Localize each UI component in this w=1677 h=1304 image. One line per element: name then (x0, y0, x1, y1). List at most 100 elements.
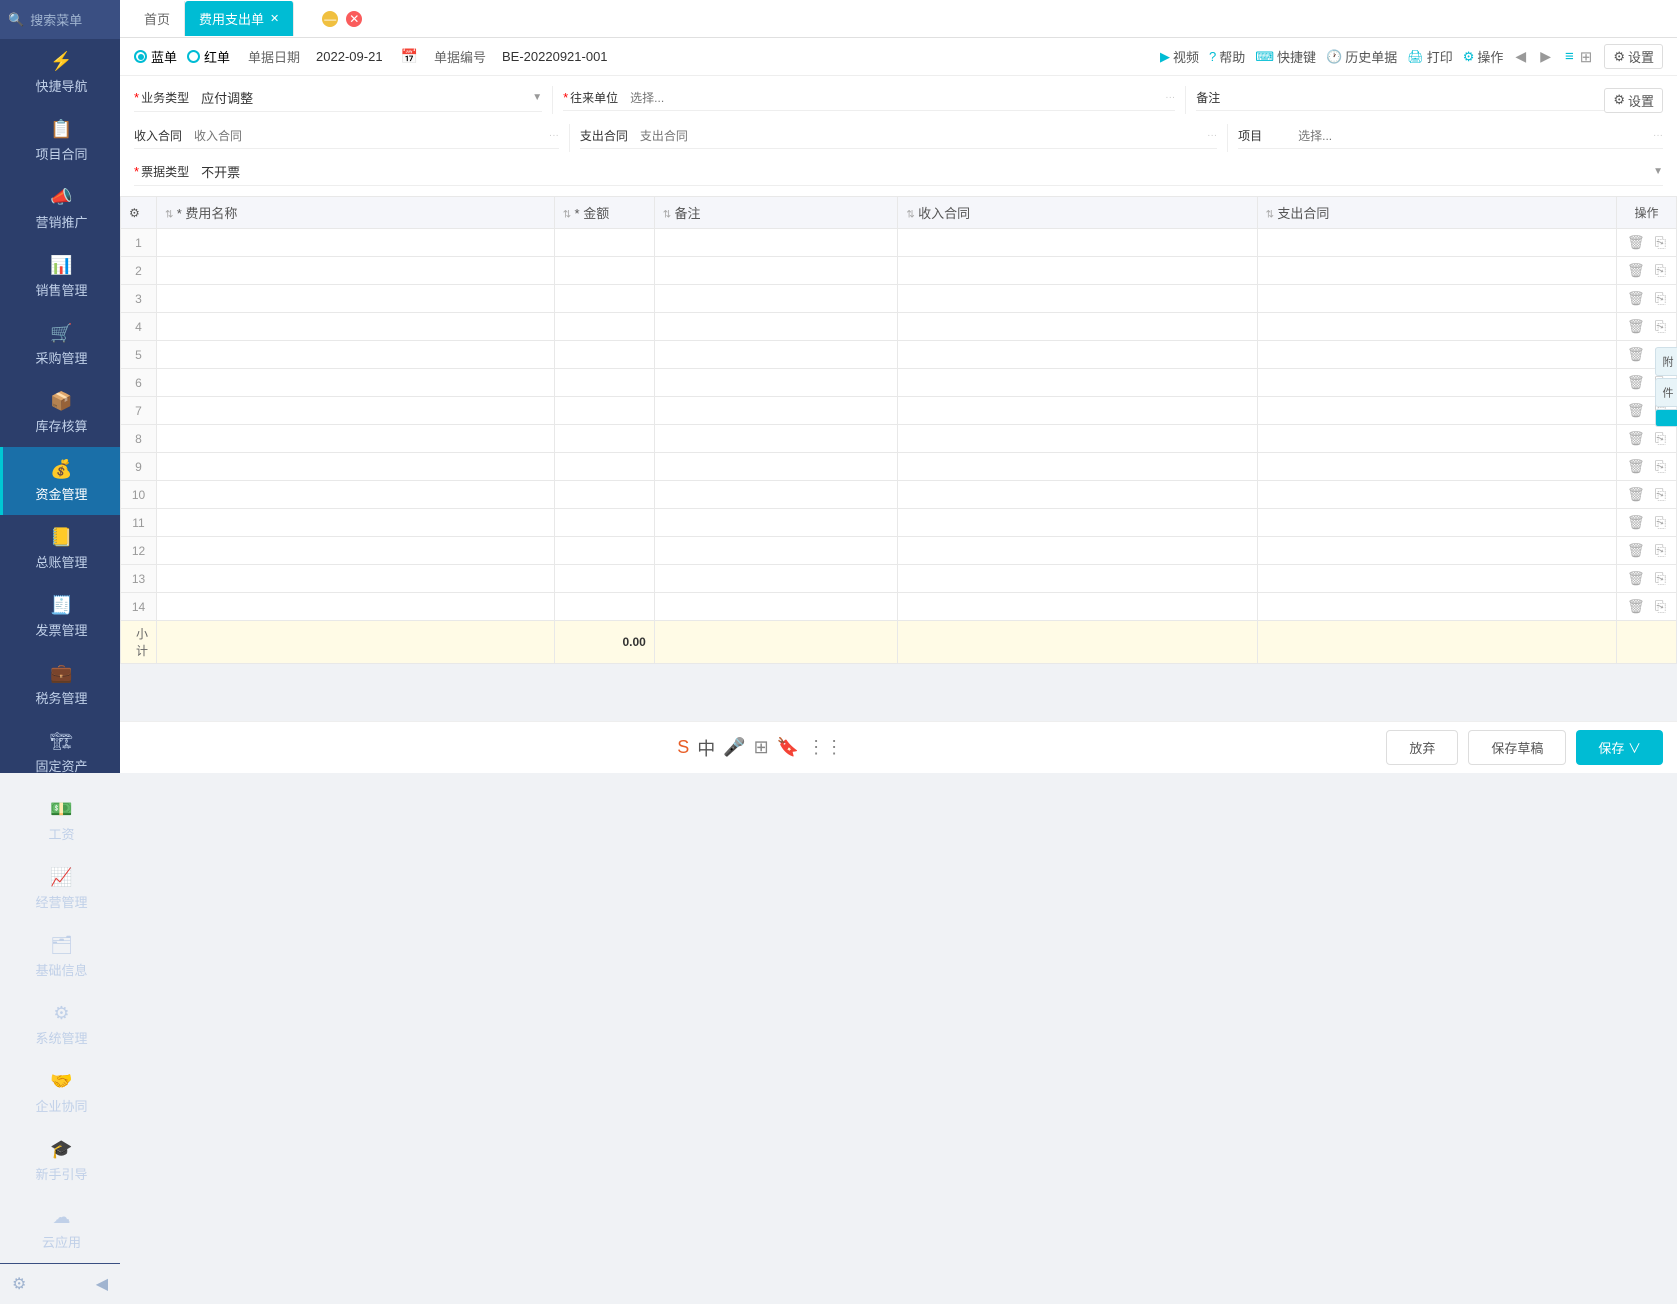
sidebar-item-cloud-apps[interactable]: ☁ 云应用 (0, 1195, 120, 1263)
income-contract-cell[interactable] (898, 453, 1257, 481)
copy-row-button[interactable]: ⎘ (1653, 262, 1668, 279)
expense-name-cell[interactable] (157, 313, 555, 341)
settings-button[interactable]: ⚙ 设置 (1604, 44, 1663, 69)
sort-icon-3[interactable]: ⇅ (663, 209, 671, 220)
tab-close-icon[interactable]: ✕ (270, 12, 279, 25)
video-action[interactable]: ▶ 视频 (1160, 47, 1199, 66)
income-contract-cell[interactable] (898, 313, 1257, 341)
expense-name-cell[interactable] (157, 369, 555, 397)
remark-value[interactable] (1256, 91, 1604, 105)
expense-contract-cell[interactable] (1257, 313, 1616, 341)
copy-row-button[interactable]: ⎘ (1653, 598, 1668, 615)
amount-cell[interactable] (554, 509, 654, 537)
delete-row-button[interactable]: 🗑 (1625, 458, 1647, 475)
delete-row-button[interactable]: 🗑 (1625, 542, 1647, 559)
remark-cell[interactable] (654, 481, 898, 509)
sidebar-item-capital[interactable]: 💰 资金管理 (0, 447, 120, 515)
sort-icon-2[interactable]: ⇅ (563, 209, 571, 220)
bookmark-icon[interactable]: 🔖 (777, 737, 799, 758)
sidebar-item-basic-info[interactable]: 🗂 基础信息 (0, 923, 120, 991)
expense-contract-value[interactable]: ··· (640, 129, 1217, 143)
income-contract-cell[interactable] (898, 229, 1257, 257)
amount-cell[interactable] (554, 425, 654, 453)
delete-row-button[interactable]: 🗑 (1625, 402, 1647, 419)
project-value[interactable]: ··· (1298, 129, 1663, 143)
remark-cell[interactable] (654, 593, 898, 621)
sidebar-item-quick-nav[interactable]: ⚡ 快捷导航 (0, 39, 120, 107)
income-contract-value[interactable]: ··· (194, 129, 559, 143)
remark-cell[interactable] (654, 369, 898, 397)
amount-cell[interactable] (554, 593, 654, 621)
expense-contract-cell[interactable] (1257, 369, 1616, 397)
calendar-icon[interactable]: 📅 (401, 48, 418, 65)
expense-name-cell[interactable] (157, 453, 555, 481)
copy-row-button[interactable]: ⎘ (1653, 318, 1668, 335)
amount-cell[interactable] (554, 481, 654, 509)
minimize-button[interactable]: — (322, 11, 338, 27)
sidebar-item-purchase[interactable]: 🛒 采购管理 (0, 311, 120, 379)
expense-contract-cell[interactable] (1257, 425, 1616, 453)
expense-name-cell[interactable] (157, 229, 555, 257)
col-settings[interactable]: ⚙ (121, 197, 157, 229)
edit-date-value[interactable]: 2022-09-21 (316, 49, 383, 64)
sort-icon-5[interactable]: ⇅ (1266, 209, 1274, 220)
amount-cell[interactable] (554, 257, 654, 285)
operate-action[interactable]: ⚙ 操作 (1463, 47, 1504, 66)
copy-row-button[interactable]: ⎘ (1653, 290, 1668, 307)
income-contract-cell[interactable] (898, 369, 1257, 397)
right-panel-item-1[interactable]: 附 (1655, 347, 1677, 376)
expense-contract-cell[interactable] (1257, 229, 1616, 257)
sidebar-item-invoice[interactable]: 🧾 发票管理 (0, 583, 120, 651)
delete-row-button[interactable]: 🗑 (1625, 318, 1647, 335)
expense-name-cell[interactable] (157, 565, 555, 593)
expense-name-cell[interactable] (157, 257, 555, 285)
copy-row-button[interactable]: ⎘ (1653, 234, 1668, 251)
income-contract-cell[interactable] (898, 257, 1257, 285)
delete-row-button[interactable]: 🗑 (1625, 570, 1647, 587)
sidebar-item-sales[interactable]: 📊 销售管理 (0, 243, 120, 311)
expense-contract-cell[interactable] (1257, 593, 1616, 621)
expense-name-cell[interactable] (157, 285, 555, 313)
print-action[interactable]: 🖨 打印 (1407, 47, 1453, 66)
amount-cell[interactable] (554, 313, 654, 341)
sidebar-item-new-guide[interactable]: 🎓 新手引导 (0, 1127, 120, 1195)
sidebar-item-inventory[interactable]: 📦 库存核算 (0, 379, 120, 447)
remark-cell[interactable] (654, 257, 898, 285)
remark-cell[interactable] (654, 537, 898, 565)
expense-name-cell[interactable] (157, 509, 555, 537)
right-panel-item-2[interactable]: 件 (1655, 378, 1677, 407)
voice-icon[interactable]: 🎤 (723, 737, 745, 758)
copy-row-button[interactable]: ⎘ (1653, 430, 1668, 447)
income-contract-cell[interactable] (898, 481, 1257, 509)
close-button[interactable]: ✕ (346, 11, 362, 27)
grid-icon[interactable]: ⊞ (754, 737, 769, 758)
expense-name-cell[interactable] (157, 593, 555, 621)
audio-icon[interactable]: ◀ (96, 1274, 108, 1294)
expense-name-cell[interactable] (157, 341, 555, 369)
tab-home[interactable]: 首页 (130, 1, 185, 36)
delete-row-button[interactable]: 🗑 (1625, 262, 1647, 279)
amount-cell[interactable] (554, 537, 654, 565)
income-contract-input[interactable] (194, 129, 545, 143)
income-contract-cell[interactable] (898, 593, 1257, 621)
expense-contract-cell[interactable] (1257, 257, 1616, 285)
expense-name-cell[interactable] (157, 481, 555, 509)
sidebar-item-ledger[interactable]: 📒 总账管理 (0, 515, 120, 583)
income-contract-cell[interactable] (898, 565, 1257, 593)
sort-icon[interactable]: ⇅ (165, 209, 173, 220)
dots-icon[interactable]: ⋮⋮ (807, 737, 843, 758)
amount-cell[interactable] (554, 397, 654, 425)
remark-input[interactable] (1256, 91, 1604, 105)
expense-contract-cell[interactable] (1257, 565, 1616, 593)
sidebar-item-enterprise[interactable]: 🤝 企业协同 (0, 1059, 120, 1127)
expense-contract-cell[interactable] (1257, 341, 1616, 369)
expense-contract-cell[interactable] (1257, 397, 1616, 425)
remark-cell[interactable] (654, 565, 898, 593)
copy-row-button[interactable]: ⎘ (1653, 570, 1668, 587)
delete-row-button[interactable]: 🗑 (1625, 374, 1647, 391)
save-draft-button[interactable]: 保存草稿 (1468, 730, 1566, 765)
save-button[interactable]: 保存 ∨ (1576, 730, 1663, 765)
expense-contract-input[interactable] (640, 129, 1203, 143)
project-input[interactable] (1298, 129, 1649, 143)
income-contract-cell[interactable] (898, 509, 1257, 537)
